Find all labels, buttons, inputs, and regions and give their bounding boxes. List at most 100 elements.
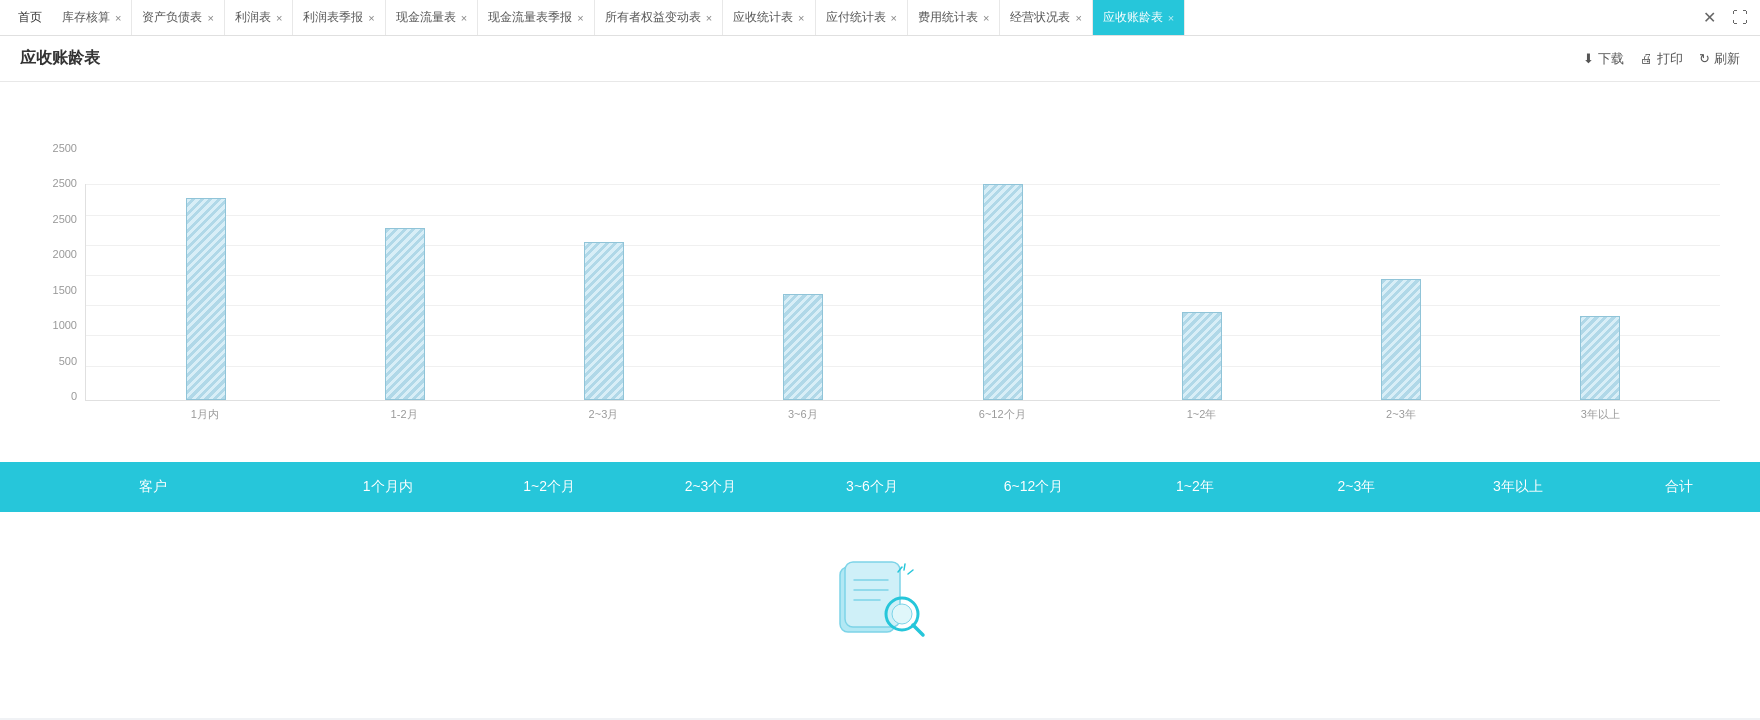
tab-operations-label: 经营状况表 — [1010, 9, 1070, 26]
bar-group-6 — [1302, 279, 1501, 400]
tab-cashflow-quarterly-label: 现金流量表季报 — [488, 9, 572, 26]
table-header-cell-9: 合计 — [1599, 478, 1760, 496]
window-actions: ✕ ⛶ — [1699, 4, 1752, 31]
tab-ar-aging-close[interactable]: × — [1168, 12, 1174, 24]
x-label-4: 6~12个月 — [903, 401, 1102, 422]
download-button[interactable]: ⬇ 下载 — [1583, 50, 1624, 68]
tab-bar: 首页 库存核算 × 资产负债表 × 利润表 × 利润表季报 × 现金流量表 × … — [0, 0, 1760, 36]
table-header-cell-0: 客户 — [0, 478, 307, 496]
refresh-label: 刷新 — [1714, 50, 1740, 68]
y-label-2500c: 2500 — [53, 213, 77, 225]
y-label-2500a: 2500 — [53, 142, 77, 154]
bars-row — [86, 184, 1720, 400]
tab-ap-stats[interactable]: 应付统计表 × — [816, 0, 908, 36]
y-label-1500: 1500 — [53, 284, 77, 296]
tab-profit-quarterly-close[interactable]: × — [368, 12, 374, 24]
chart-container: 2500 2500 2500 2000 1500 1000 500 0 — [40, 102, 1720, 422]
tab-cashflow-quarterly-close[interactable]: × — [577, 12, 583, 24]
tab-inventory-label: 库存核算 — [62, 9, 110, 26]
table-header: 客户1个月内1~2个月2~3个月3~6个月6~12个月1~2年2~3年3年以上合… — [0, 462, 1760, 512]
tab-ar-stats[interactable]: 应收统计表 × — [723, 0, 815, 36]
tab-ar-stats-close[interactable]: × — [798, 12, 804, 24]
tab-cashflow-close[interactable]: × — [461, 12, 467, 24]
table-header-cell-1: 1个月内 — [307, 478, 468, 496]
x-label-7: 3年以上 — [1501, 401, 1700, 422]
x-label-6: 2~3年 — [1301, 401, 1500, 422]
tab-profit-loss-close[interactable]: × — [276, 12, 282, 24]
print-label: 打印 — [1657, 50, 1683, 68]
chart-area: 2500 2500 2500 2000 1500 1000 500 0 — [0, 82, 1760, 462]
empty-state — [0, 512, 1760, 675]
tab-expense-stats-label: 费用统计表 — [918, 9, 978, 26]
bar-6 — [1381, 279, 1421, 400]
tab-balance-sheet-label: 资产负债表 — [142, 9, 202, 26]
tab-ap-stats-close[interactable]: × — [891, 12, 897, 24]
tab-balance-sheet[interactable]: 资产负债表 × — [132, 0, 224, 36]
bar-0 — [186, 198, 226, 400]
chart-inner: 1月内1-2月2~3月3~6月6~12个月1~2年2~3年3年以上 — [85, 184, 1720, 422]
bar-5 — [1182, 312, 1222, 400]
bar-2 — [584, 242, 624, 400]
tab-ar-stats-label: 应收统计表 — [733, 9, 793, 26]
tab-ar-aging[interactable]: 应收账龄表 × — [1093, 0, 1185, 36]
tab-home-label: 首页 — [18, 9, 42, 26]
bar-group-3 — [704, 294, 903, 400]
header-actions: ⬇ 下载 🖨 打印 ↻ 刷新 — [1583, 50, 1740, 68]
bar-group-5 — [1102, 312, 1301, 400]
print-icon: 🖨 — [1640, 51, 1653, 66]
tab-inventory[interactable]: 库存核算 × — [52, 0, 132, 36]
tab-operations-close[interactable]: × — [1075, 12, 1081, 24]
tab-equity-changes-label: 所有者权益变动表 — [605, 9, 701, 26]
x-label-0: 1月内 — [105, 401, 304, 422]
x-label-2: 2~3月 — [504, 401, 703, 422]
table-header-cell-5: 6~12个月 — [953, 478, 1114, 496]
table-header-cell-6: 1~2年 — [1114, 478, 1275, 496]
bar-group-7 — [1501, 316, 1700, 400]
bar-1 — [385, 228, 425, 400]
page-header: 应收账龄表 ⬇ 下载 🖨 打印 ↻ 刷新 — [0, 36, 1760, 82]
tab-operations[interactable]: 经营状况表 × — [1000, 0, 1092, 36]
tab-expense-stats[interactable]: 费用统计表 × — [908, 0, 1000, 36]
bar-3 — [783, 294, 823, 400]
y-label-1000: 1000 — [53, 319, 77, 331]
svg-point-6 — [892, 604, 912, 624]
tab-profit-loss[interactable]: 利润表 × — [225, 0, 293, 36]
tab-equity-changes-close[interactable]: × — [706, 12, 712, 24]
svg-line-7 — [913, 625, 923, 635]
y-label-500: 500 — [59, 355, 77, 367]
svg-line-9 — [904, 564, 905, 570]
print-button[interactable]: 🖨 打印 — [1640, 50, 1683, 68]
refresh-button[interactable]: ↻ 刷新 — [1699, 50, 1740, 68]
svg-rect-1 — [845, 562, 900, 627]
tab-ap-stats-label: 应付统计表 — [826, 9, 886, 26]
tab-inventory-close[interactable]: × — [115, 12, 121, 24]
y-label-2500b: 2500 — [53, 177, 77, 189]
tab-profit-quarterly[interactable]: 利润表季报 × — [293, 0, 385, 36]
table-header-cell-8: 3年以上 — [1437, 478, 1598, 496]
bar-7 — [1580, 316, 1620, 400]
tab-balance-sheet-close[interactable]: × — [207, 12, 213, 24]
tab-cashflow-quarterly[interactable]: 现金流量表季报 × — [478, 0, 594, 36]
tab-equity-changes[interactable]: 所有者权益变动表 × — [595, 0, 723, 36]
tab-expense-stats-close[interactable]: × — [983, 12, 989, 24]
tab-home[interactable]: 首页 — [8, 0, 52, 36]
close-window-icon[interactable]: ✕ — [1699, 4, 1720, 31]
table-header-cell-7: 2~3年 — [1276, 478, 1437, 496]
empty-icon — [820, 552, 940, 655]
download-label: 下载 — [1598, 50, 1624, 68]
maximize-window-icon[interactable]: ⛶ — [1728, 5, 1752, 31]
bar-group-4 — [903, 184, 1102, 400]
y-axis: 2500 2500 2500 2000 1500 1000 500 0 — [40, 142, 85, 422]
tab-cashflow-label: 现金流量表 — [396, 9, 456, 26]
tab-profit-quarterly-label: 利润表季报 — [303, 9, 363, 26]
tab-ar-aging-label: 应收账龄表 — [1103, 9, 1163, 26]
svg-line-10 — [908, 570, 913, 574]
refresh-icon: ↻ — [1699, 51, 1710, 66]
y-label-0: 0 — [71, 390, 77, 402]
main-content: 2500 2500 2500 2000 1500 1000 500 0 — [0, 82, 1760, 718]
x-label-3: 3~6月 — [703, 401, 902, 422]
tab-cashflow[interactable]: 现金流量表 × — [386, 0, 478, 36]
table-header-cell-3: 2~3个月 — [630, 478, 791, 496]
table-header-cell-4: 3~6个月 — [791, 478, 952, 496]
bar-group-0 — [106, 198, 305, 400]
